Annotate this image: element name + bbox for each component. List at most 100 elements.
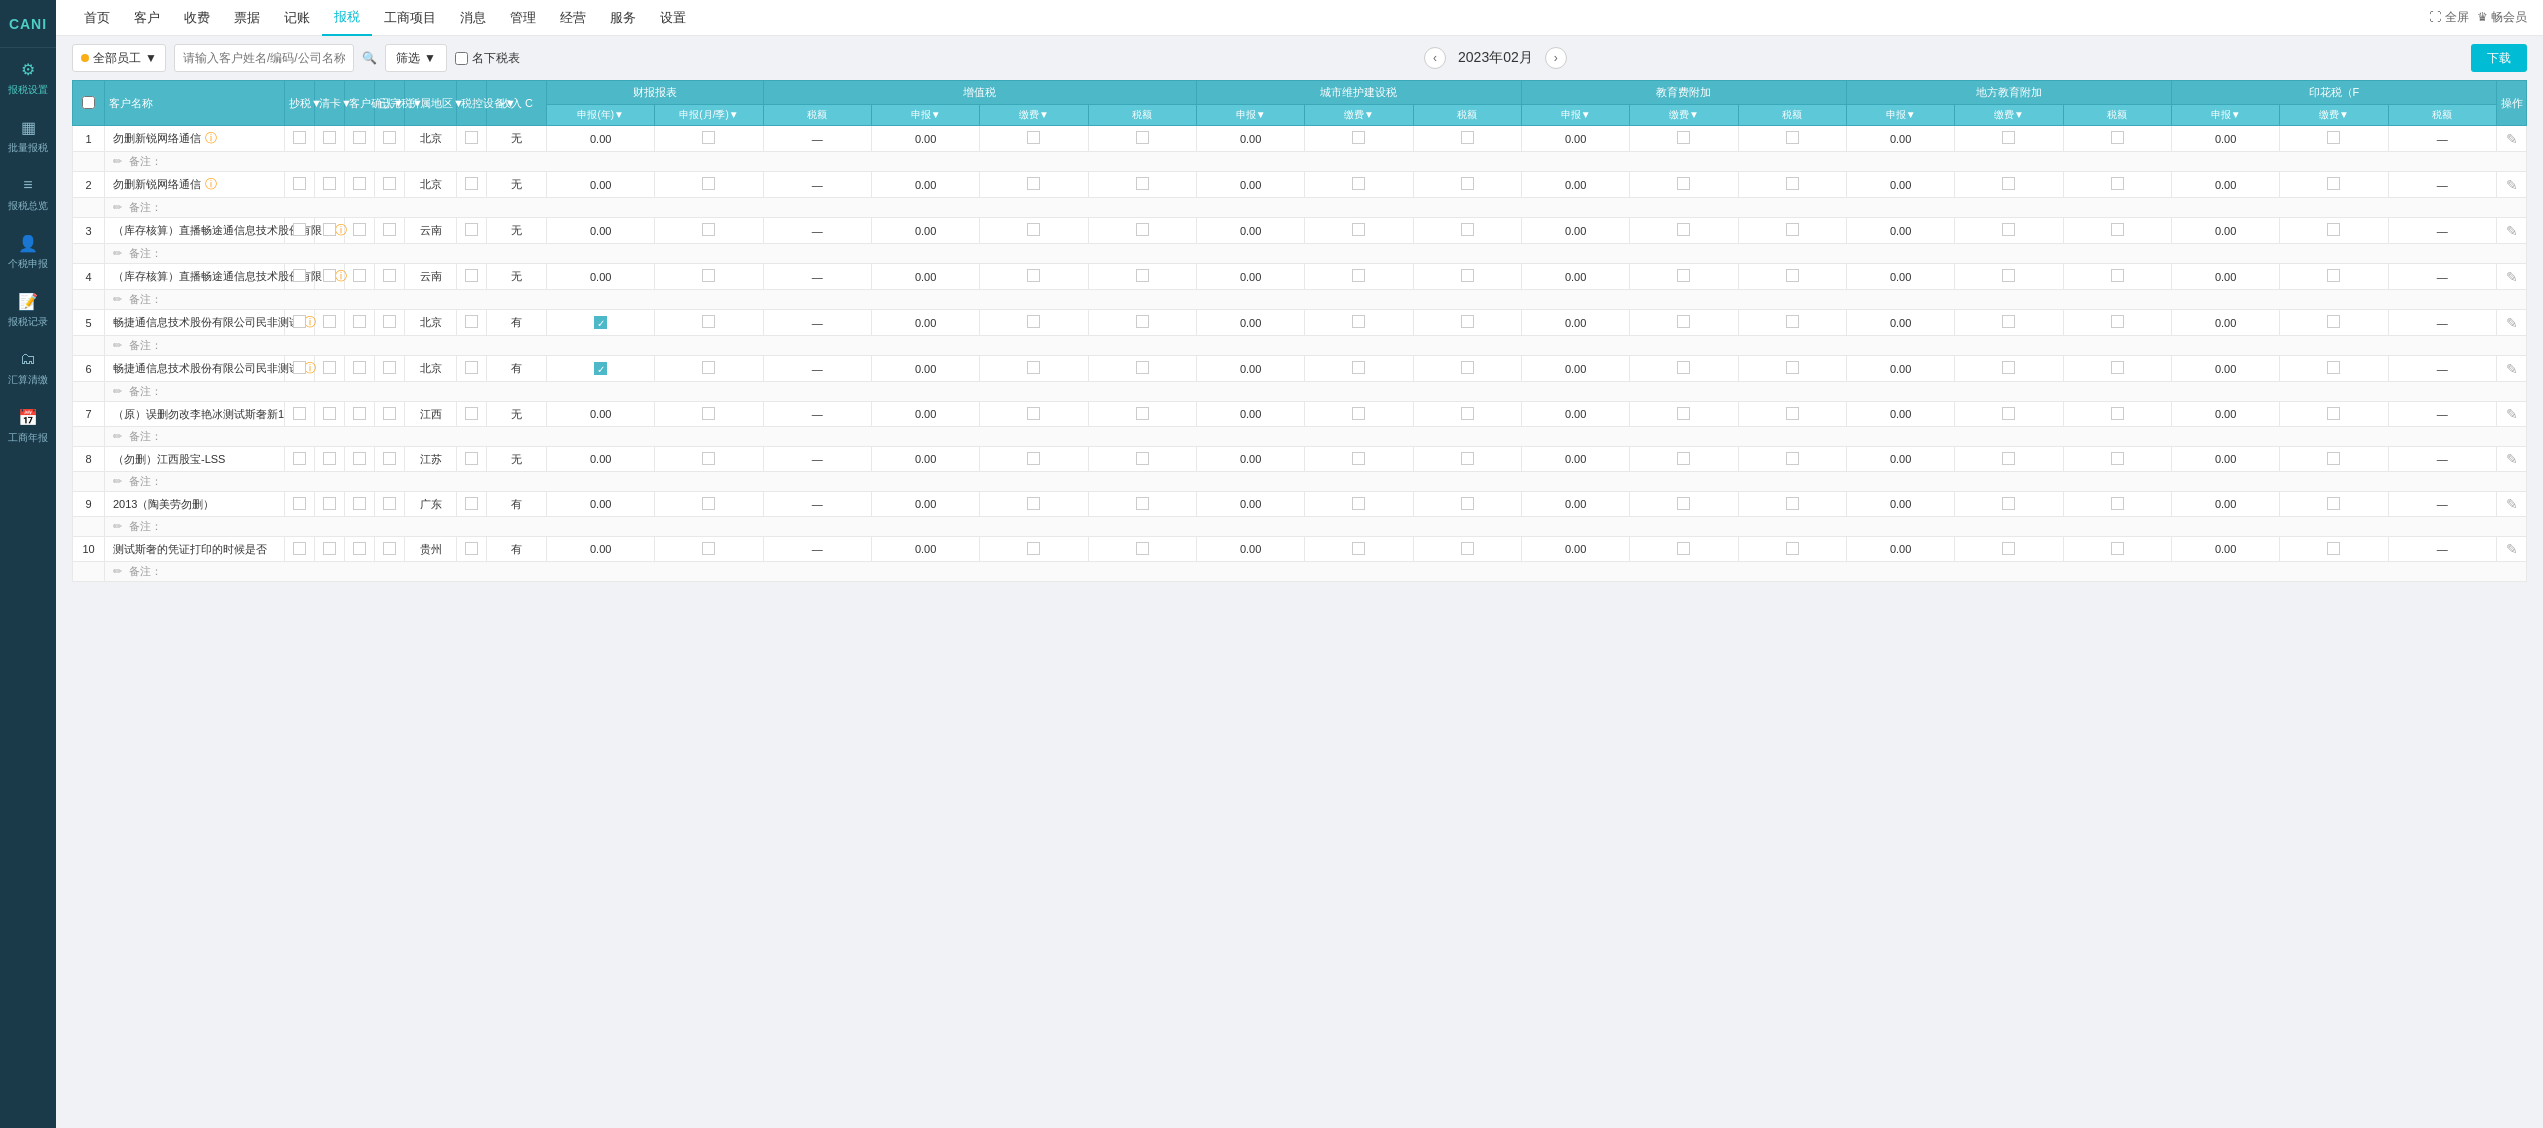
cell-checkbox[interactable] [383,131,396,144]
cell-checkbox[interactable] [323,407,336,420]
cell-checkbox[interactable] [2327,497,2340,510]
cell-checkbox[interactable] [383,452,396,465]
cell-checkbox[interactable] [702,315,715,328]
nav-billing[interactable]: 收费 [172,0,222,36]
cell-checkbox[interactable] [2002,269,2015,282]
cell-checkbox[interactable] [1461,542,1474,555]
edit-button[interactable]: ✎ [2506,406,2518,422]
cell-checkbox[interactable] [1786,177,1799,190]
cell-checkbox[interactable] [2111,407,2124,420]
cell-checkbox[interactable] [383,407,396,420]
cell-checkbox[interactable] [1786,315,1799,328]
cell-checkbox[interactable] [1136,177,1149,190]
cell-checkbox[interactable] [702,407,715,420]
sub-col-local-pay[interactable]: 缴费▼ [1955,105,2063,126]
sub-col-city-pay[interactable]: 缴费▼ [1305,105,1413,126]
cell-checkbox[interactable] [2327,452,2340,465]
cell-checkbox[interactable] [2327,315,2340,328]
cell-checkbox[interactable] [1027,497,1040,510]
sub-col-fin-month[interactable]: 申报(月/季)▼ [655,105,763,126]
cell-checkbox[interactable] [1136,315,1149,328]
cell-checkbox[interactable] [465,452,478,465]
cell-checkbox[interactable] [2327,269,2340,282]
cell-checkbox[interactable] [2111,452,2124,465]
col-header-region[interactable]: 所属地区▼ [405,81,457,126]
cell-checkbox[interactable] [293,361,306,374]
download-button[interactable]: 下载 [2471,44,2527,72]
cell-checkbox[interactable] [1786,542,1799,555]
cell-checkbox[interactable] [1027,223,1040,236]
cell-checkbox[interactable] [702,361,715,374]
cell-checkbox[interactable] [2327,177,2340,190]
cell-checkbox[interactable] [1352,361,1365,374]
cell-checkbox[interactable] [353,452,366,465]
cell-checkbox[interactable] [1461,361,1474,374]
sub-col-city-apply[interactable]: 申报▼ [1196,105,1304,126]
cell-checkbox[interactable] [2002,452,2015,465]
cell-checkbox[interactable] [323,223,336,236]
cell-checkbox[interactable] [1352,131,1365,144]
cell-checkbox[interactable] [1136,361,1149,374]
cell-checkbox[interactable] [1786,269,1799,282]
next-period-button[interactable]: › [1545,47,1567,69]
vip-btn[interactable]: ♛ 畅会员 [2477,9,2527,26]
cell-checkbox[interactable] [1461,407,1474,420]
nav-invoice[interactable]: 票据 [222,0,272,36]
cell-checkbox[interactable] [1352,407,1365,420]
edit-button[interactable]: ✎ [2506,177,2518,193]
cell-checkbox[interactable] [293,452,306,465]
cell-checkbox[interactable] [383,497,396,510]
cell-checkbox[interactable] [323,452,336,465]
sidebar-item-summary[interactable]: 🗂 汇算清缴 [0,338,56,396]
cell-checkbox[interactable] [2327,407,2340,420]
cell-checkbox[interactable] [383,177,396,190]
cell-checkbox[interactable] [2002,497,2015,510]
cell-checkbox[interactable] [353,315,366,328]
cell-checkbox[interactable] [1786,131,1799,144]
cell-checkbox[interactable] [1786,361,1799,374]
cell-checkbox[interactable] [2111,361,2124,374]
cell-checkbox[interactable] [2002,223,2015,236]
col-header-confirm[interactable]: 客户确认▼ [345,81,375,126]
cell-checkbox[interactable] [465,542,478,555]
cell-checkbox[interactable] [1786,223,1799,236]
cell-checkbox[interactable] [702,452,715,465]
sub-col-edu-apply[interactable]: 申报▼ [1521,105,1629,126]
cell-checkbox[interactable] [1461,223,1474,236]
cell-checkbox[interactable] [1027,407,1040,420]
edit-button[interactable]: ✎ [2506,269,2518,285]
cell-checkbox[interactable] [2111,131,2124,144]
cell-checkbox[interactable] [2111,542,2124,555]
sub-col-local-apply[interactable]: 申报▼ [1846,105,1954,126]
cell-checkbox[interactable] [383,223,396,236]
cell-checkbox[interactable] [383,542,396,555]
cell-checkbox[interactable] [383,361,396,374]
col-header-paid[interactable]: 已完税▼ [375,81,405,126]
cell-checkbox[interactable] [293,269,306,282]
edit-button[interactable]: ✎ [2506,361,2518,377]
cell-checkbox[interactable] [1677,361,1690,374]
cell-checkbox[interactable] [353,131,366,144]
warning-icon[interactable]: ⓘ [335,268,347,285]
cell-checkbox[interactable] [2327,223,2340,236]
sub-col-stamp-pay[interactable]: 缴费▼ [2280,105,2388,126]
nav-service[interactable]: 服务 [598,0,648,36]
cell-checkbox[interactable] [353,269,366,282]
cell-checkbox[interactable] [383,269,396,282]
sub-col-fin-year[interactable]: 申报(年)▼ [547,105,655,126]
cell-checkbox[interactable] [293,497,306,510]
cell-checkbox[interactable] [465,361,478,374]
filter-button[interactable]: 筛选 ▼ [385,44,447,72]
cell-checkbox[interactable] [1027,315,1040,328]
cell-checkbox[interactable] [1027,452,1040,465]
cell-checkbox[interactable] [1461,452,1474,465]
cell-checkbox[interactable] [323,315,336,328]
sidebar-item-tax-record[interactable]: 📝 报税记录 [0,280,56,338]
cell-checkbox[interactable] [465,497,478,510]
search-input[interactable] [174,44,354,72]
warning-icon[interactable]: ⓘ [335,222,347,239]
cell-checkbox[interactable] [2002,315,2015,328]
cell-checkbox[interactable] [353,407,366,420]
cell-checkbox[interactable] [1677,131,1690,144]
edit-button[interactable]: ✎ [2506,223,2518,239]
